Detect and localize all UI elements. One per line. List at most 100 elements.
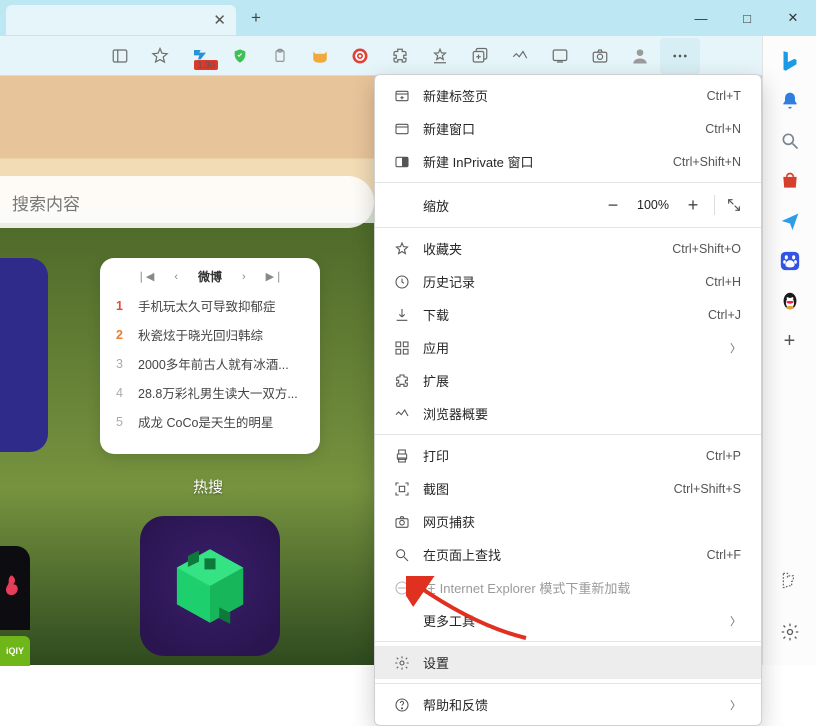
extensions-icon[interactable] bbox=[380, 38, 420, 74]
settings-and-more-button[interactable] bbox=[660, 38, 700, 74]
favorites-star-icon[interactable] bbox=[140, 38, 180, 74]
sidebar-toggle-icon[interactable] bbox=[100, 38, 140, 74]
menu-screenshot[interactable]: 截图 Ctrl+Shift+S bbox=[375, 472, 761, 505]
screenshot-icon bbox=[391, 481, 413, 497]
tile-iqiyi-stub[interactable]: iQIY bbox=[0, 636, 30, 666]
weibo-list-item[interactable]: 428.8万彩礼男生读大一双方... bbox=[100, 378, 320, 407]
history-icon bbox=[391, 274, 413, 290]
page-search-box[interactable]: 搜索内容 bbox=[0, 176, 374, 228]
menu-history[interactable]: 历史记录 Ctrl+H bbox=[375, 265, 761, 298]
tab-close-icon[interactable]: ✕ bbox=[213, 11, 226, 29]
menu-help-feedback[interactable]: 帮助和反馈 〉 bbox=[375, 688, 761, 721]
tile-dark-stub[interactable] bbox=[0, 546, 30, 630]
weibo-list-item[interactable]: 32000多年前古人就有冰酒... bbox=[100, 349, 320, 378]
new-tab-icon bbox=[391, 88, 413, 104]
card-stub-left bbox=[0, 258, 48, 452]
menu-web-capture[interactable]: 网页捕获 bbox=[375, 505, 761, 538]
badge-130: 1.30 bbox=[194, 60, 218, 70]
menu-zoom-row: 缩放 − 100% + bbox=[375, 187, 761, 223]
menu-more-tools[interactable]: 更多工具 〉 bbox=[375, 604, 761, 637]
paper-plane-icon[interactable] bbox=[771, 202, 809, 240]
weibo-list-item[interactable]: 1手机玩太久可导致抑郁症 bbox=[100, 291, 320, 320]
performance-icon[interactable] bbox=[500, 38, 540, 74]
collections-icon[interactable] bbox=[460, 38, 500, 74]
hot-search-label: 热搜 bbox=[193, 476, 223, 497]
help-icon bbox=[391, 697, 413, 713]
menu-new-window[interactable]: 新建窗口 Ctrl+N bbox=[375, 112, 761, 145]
weibo-last-icon[interactable]: ▶❘ bbox=[266, 270, 284, 283]
favorites-list-icon[interactable] bbox=[420, 38, 460, 74]
tile-cube[interactable] bbox=[140, 516, 280, 656]
sidebar-translate-icon[interactable] bbox=[771, 561, 809, 599]
screenshot-toolbar-icon[interactable] bbox=[540, 38, 580, 74]
menu-browser-essentials[interactable]: 浏览器概要 bbox=[375, 397, 761, 430]
zoom-in-button[interactable]: + bbox=[676, 191, 710, 219]
maximize-button[interactable]: □ bbox=[724, 0, 770, 36]
menu-separator bbox=[375, 182, 761, 183]
apps-icon bbox=[391, 340, 413, 356]
search-side-icon[interactable] bbox=[771, 122, 809, 160]
minimize-button[interactable]: — bbox=[678, 0, 724, 36]
extensions-menu-icon bbox=[391, 373, 413, 389]
web-capture-icon bbox=[391, 514, 413, 530]
menu-separator bbox=[375, 434, 761, 435]
baidu-paw-icon[interactable] bbox=[771, 242, 809, 280]
new-tab-button[interactable]: + bbox=[242, 4, 270, 32]
weibo-first-icon[interactable]: ❘◀ bbox=[137, 270, 155, 283]
window-close-button[interactable]: ✕ bbox=[770, 0, 816, 36]
menu-find-on-page[interactable]: 在页面上查找 Ctrl+F bbox=[375, 538, 761, 571]
weibo-list-item[interactable]: 5成龙 CoCo是天生的明星 bbox=[100, 407, 320, 436]
bell-icon[interactable] bbox=[771, 82, 809, 120]
menu-favorites[interactable]: 收藏夹 Ctrl+Shift+O bbox=[375, 232, 761, 265]
essentials-icon bbox=[391, 406, 413, 422]
zoom-value: 100% bbox=[630, 198, 676, 212]
cat-icon[interactable] bbox=[300, 38, 340, 74]
print-icon bbox=[391, 448, 413, 464]
weibo-next-icon[interactable]: › bbox=[242, 271, 246, 283]
menu-downloads[interactable]: 下载 Ctrl+J bbox=[375, 298, 761, 331]
target-icon[interactable] bbox=[340, 38, 380, 74]
toolbar: 1.30 bbox=[0, 36, 816, 76]
menu-ie-mode-reload: 在 Internet Explorer 模式下重新加载 bbox=[375, 571, 761, 604]
weibo-prev-icon[interactable]: ‹ bbox=[174, 271, 178, 283]
settings-and-more-menu: 新建标签页 Ctrl+T 新建窗口 Ctrl+N 新建 InPrivate 窗口… bbox=[374, 74, 762, 726]
menu-new-tab[interactable]: 新建标签页 Ctrl+T bbox=[375, 79, 761, 112]
zoom-label: 缩放 bbox=[423, 196, 596, 215]
menu-separator bbox=[375, 641, 761, 642]
title-bar: ✕ + — □ ✕ bbox=[0, 0, 816, 36]
fullscreen-button[interactable] bbox=[719, 197, 749, 213]
shopping-bag-icon[interactable] bbox=[771, 162, 809, 200]
zoom-separator bbox=[714, 195, 715, 215]
clipboard-icon[interactable] bbox=[260, 38, 300, 74]
sidebar-add-button[interactable]: + bbox=[771, 322, 809, 360]
menu-new-inprivate[interactable]: 新建 InPrivate 窗口 Ctrl+Shift+N bbox=[375, 145, 761, 178]
weibo-card: ❘◀ ‹ 微博 › ▶❘ 1手机玩太久可导致抑郁症 2秋瓷炫于晓光回归韩综 32… bbox=[100, 258, 320, 454]
camera-icon[interactable] bbox=[580, 38, 620, 74]
gear-icon bbox=[391, 655, 413, 671]
menu-apps[interactable]: 应用 〉 bbox=[375, 331, 761, 364]
ie-icon bbox=[391, 580, 413, 596]
page-search-placeholder: 搜索内容 bbox=[12, 190, 80, 215]
qq-penguin-icon[interactable] bbox=[771, 282, 809, 320]
browser-tab[interactable]: ✕ bbox=[6, 5, 236, 35]
menu-separator bbox=[375, 227, 761, 228]
flag-icon[interactable]: 1.30 bbox=[180, 38, 220, 74]
profile-icon[interactable] bbox=[620, 38, 660, 74]
find-icon bbox=[391, 547, 413, 563]
chevron-right-icon: 〉 bbox=[730, 340, 741, 356]
menu-print[interactable]: 打印 Ctrl+P bbox=[375, 439, 761, 472]
weibo-list-item[interactable]: 2秋瓷炫于晓光回归韩综 bbox=[100, 320, 320, 349]
chevron-right-icon: 〉 bbox=[730, 613, 741, 629]
menu-settings[interactable]: 设置 bbox=[375, 646, 761, 679]
zoom-out-button[interactable]: − bbox=[596, 191, 630, 219]
chevron-right-icon: 〉 bbox=[730, 697, 741, 713]
menu-extensions[interactable]: 扩展 bbox=[375, 364, 761, 397]
menu-separator bbox=[375, 683, 761, 684]
shield-icon[interactable] bbox=[220, 38, 260, 74]
downloads-icon bbox=[391, 307, 413, 323]
bing-chat-icon[interactable] bbox=[771, 42, 809, 80]
sidebar-settings-icon[interactable] bbox=[771, 613, 809, 651]
window-controls: — □ ✕ bbox=[678, 0, 816, 36]
inprivate-icon bbox=[391, 154, 413, 170]
favorites-icon bbox=[391, 241, 413, 257]
